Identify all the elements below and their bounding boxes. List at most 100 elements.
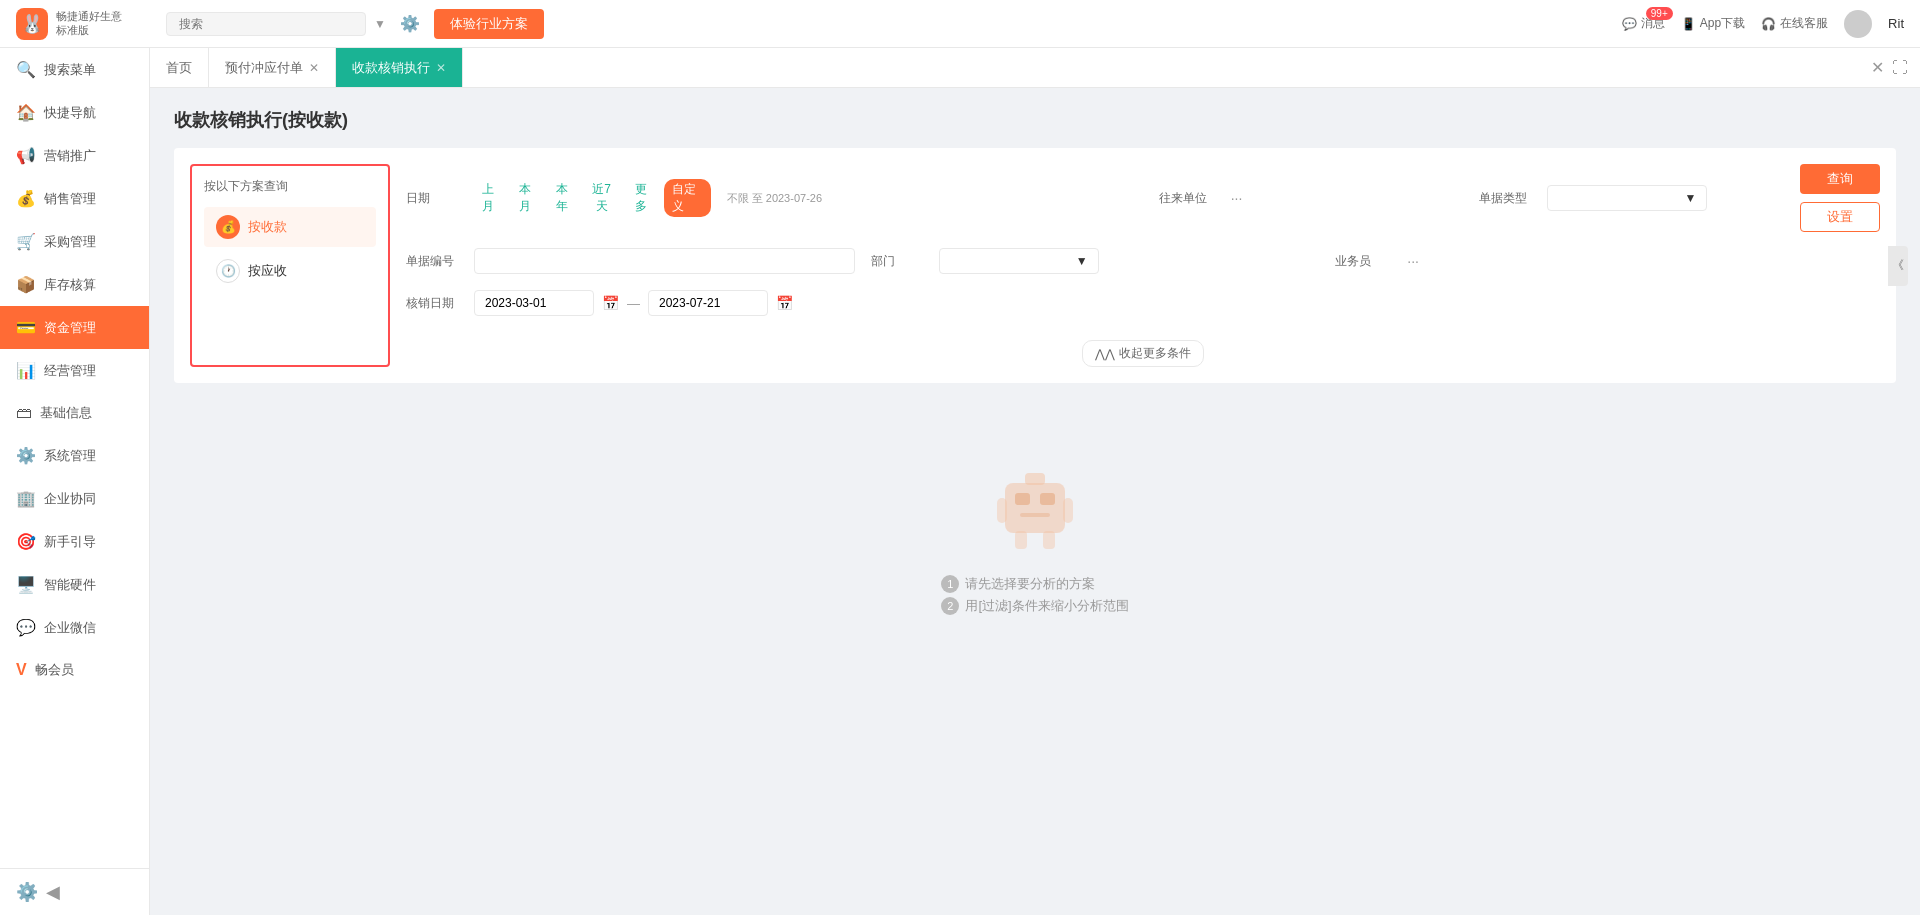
tab-bar-actions: ✕ ⛶ <box>1859 58 1920 77</box>
custom-tag[interactable]: 自定义 <box>664 179 711 217</box>
message-button[interactable]: 💬 消息 99+ <box>1622 15 1665 32</box>
query-button[interactable]: 查询 <box>1800 164 1880 194</box>
filter-panel-collapse-button[interactable]: 《 <box>1888 246 1908 286</box>
wechat-icon: 💬 <box>16 618 36 637</box>
dept-select[interactable]: ▼ <box>939 248 1099 274</box>
filter-option-by-receipt[interactable]: 💰 按收款 <box>204 207 376 247</box>
sidebar-item-quick-nav[interactable]: 🏠 快捷导航 <box>0 91 149 134</box>
sidebar-item-enterprise[interactable]: 🏢 企业协同 <box>0 477 149 520</box>
service-icon: 🎧 <box>1761 17 1776 31</box>
filter-settings-button[interactable]: 设置 <box>1800 202 1880 232</box>
dropdown-arrow-icon[interactable]: ▼ <box>374 17 386 31</box>
collapse-up-icon: ⋀⋀ <box>1095 347 1115 361</box>
writeoff-date-group: 核销日期 📅 — 📅 <box>406 290 1880 316</box>
writeoff-end-input[interactable] <box>648 290 768 316</box>
page-content: 收款核销执行(按收款) ↑ 导出 ↺ 刷新 按以下方案查询 💰 按收款 <box>150 88 1920 915</box>
sidebar-settings-button[interactable]: ⚙️ <box>16 881 38 903</box>
this-month-button[interactable]: 本月 <box>511 179 540 217</box>
sidebar-item-label: 企业协同 <box>44 490 96 508</box>
last-7-days-button[interactable]: 近7天 <box>584 179 619 217</box>
search-icon: 🔍 <box>16 60 36 79</box>
receipt-icon: 💰 <box>216 215 240 239</box>
doc-no-group: 单据编号 <box>406 248 855 274</box>
sidebar-item-label: 采购管理 <box>44 233 96 251</box>
tab-receipt-writeoff[interactable]: 收款核销执行 ✕ <box>336 48 463 87</box>
svg-rect-7 <box>1015 531 1027 549</box>
online-service-button[interactable]: 🎧 在线客服 <box>1761 15 1828 32</box>
sidebar-item-guide[interactable]: 🎯 新手引导 <box>0 520 149 563</box>
collapse-conditions-button[interactable]: ⋀⋀ 收起更多条件 <box>1082 340 1204 367</box>
svg-rect-0 <box>1005 483 1065 533</box>
svg-rect-1 <box>1015 493 1030 505</box>
staff-label: 业务员 <box>1335 253 1395 270</box>
sidebar-item-wechat[interactable]: 💬 企业微信 <box>0 606 149 649</box>
date-group: 日期 上月 本月 本年 近7天 更多 自定义 <box>406 179 711 217</box>
doc-no-input[interactable] <box>474 248 855 274</box>
doc-type-label: 单据类型 <box>1479 190 1539 207</box>
tab-home[interactable]: 首页 <box>150 48 209 87</box>
more-button[interactable]: 更多 <box>627 179 656 217</box>
sidebar-item-label: 系统管理 <box>44 447 96 465</box>
date-separator: — <box>627 296 640 311</box>
sidebar-item-hardware[interactable]: 🖥️ 智能硬件 <box>0 563 149 606</box>
svg-rect-2 <box>1040 493 1055 505</box>
tab-prepay-close[interactable]: ✕ <box>309 61 319 75</box>
sidebar-item-operation[interactable]: 📊 经营管理 <box>0 349 149 392</box>
sidebar-item-purchase[interactable]: 🛒 采购管理 <box>0 220 149 263</box>
user-name: Rit <box>1888 16 1904 31</box>
member-icon: V <box>16 661 27 679</box>
collapse-conditions: ⋀⋀ 收起更多条件 <box>406 340 1880 367</box>
date-label: 日期 <box>406 190 466 207</box>
industry-button[interactable]: 体验行业方案 <box>434 9 544 39</box>
sidebar-item-marketing[interactable]: 📢 营销推广 <box>0 134 149 177</box>
tab-expand-button[interactable]: ⛶ <box>1892 59 1908 77</box>
tab-receipt-writeoff-close[interactable]: ✕ <box>436 61 446 75</box>
enterprise-icon: 🏢 <box>16 489 36 508</box>
dept-group: 部门 ▼ <box>871 248 1320 274</box>
filter-form: 日期 上月 本月 本年 近7天 更多 自定义 不限 至 2023-07-26 <box>406 164 1880 367</box>
sidebar-item-inventory[interactable]: 📦 库存核算 <box>0 263 149 306</box>
doc-type-group: 单据类型 ▼ <box>1479 185 1784 211</box>
app-download-button[interactable]: 📱 App下载 <box>1681 15 1745 32</box>
tip-num-1: 1 <box>941 575 959 593</box>
sidebar-item-finance[interactable]: 💳 资金管理 <box>0 306 149 349</box>
hardware-icon: 🖥️ <box>16 575 36 594</box>
sidebar-item-sales[interactable]: 💰 销售管理 <box>0 177 149 220</box>
sidebar-item-system[interactable]: ⚙️ 系统管理 <box>0 434 149 477</box>
sidebar-item-label: 营销推广 <box>44 147 96 165</box>
calendar-end-icon[interactable]: 📅 <box>776 295 793 311</box>
avatar[interactable] <box>1844 10 1872 38</box>
message-badge: 99+ <box>1646 7 1673 20</box>
staff-more-button[interactable]: ··· <box>1403 253 1423 269</box>
tab-prepay[interactable]: 预付冲应付单 ✕ <box>209 48 336 87</box>
search-input[interactable] <box>166 12 366 36</box>
this-year-button[interactable]: 本年 <box>548 179 577 217</box>
tab-bar: 首页 预付冲应付单 ✕ 收款核销执行 ✕ ✕ ⛶ <box>150 48 1920 88</box>
sidebar-collapse-button[interactable]: ◀ <box>46 881 60 903</box>
finance-icon: 💳 <box>16 318 36 337</box>
sidebar-item-basic[interactable]: 🗃 基础信息 <box>0 392 149 434</box>
counterpart-more-button[interactable]: ··· <box>1227 190 1247 206</box>
date-shortcuts: 上月 本月 本年 近7天 更多 自定义 <box>474 179 711 217</box>
sidebar-bottom: ⚙️ ◀ <box>0 868 149 915</box>
calendar-start-icon[interactable]: 📅 <box>602 295 619 311</box>
writeoff-date-range: 📅 — 📅 <box>474 290 793 316</box>
writeoff-date-label: 核销日期 <box>406 295 466 312</box>
settings-icon[interactable]: ⚙️ <box>394 8 426 40</box>
filter-option-by-receivable[interactable]: 🕐 按应收 <box>204 251 376 291</box>
last-month-button[interactable]: 上月 <box>474 179 503 217</box>
dept-label: 部门 <box>871 253 931 270</box>
top-bar: 🐰 畅捷通好生意 标准版 ▼ ⚙️ 体验行业方案 💬 消息 99+ 📱 App下… <box>0 0 1920 48</box>
svg-rect-5 <box>997 498 1007 523</box>
writeoff-start-input[interactable] <box>474 290 594 316</box>
purchase-icon: 🛒 <box>16 232 36 251</box>
doc-type-select[interactable]: ▼ <box>1547 185 1707 211</box>
guide-icon: 🎯 <box>16 532 36 551</box>
tab-close-all-button[interactable]: ✕ <box>1871 58 1884 77</box>
tip-num-2: 2 <box>941 597 959 615</box>
message-icon: 💬 <box>1622 17 1637 31</box>
sidebar-item-search[interactable]: 🔍 搜索菜单 <box>0 48 149 91</box>
counterpart-label: 往来单位 <box>1159 190 1219 207</box>
form-row-1: 日期 上月 本月 本年 近7天 更多 自定义 不限 至 2023-07-26 <box>406 164 1880 232</box>
sidebar-item-member[interactable]: V 畅会员 <box>0 649 149 691</box>
